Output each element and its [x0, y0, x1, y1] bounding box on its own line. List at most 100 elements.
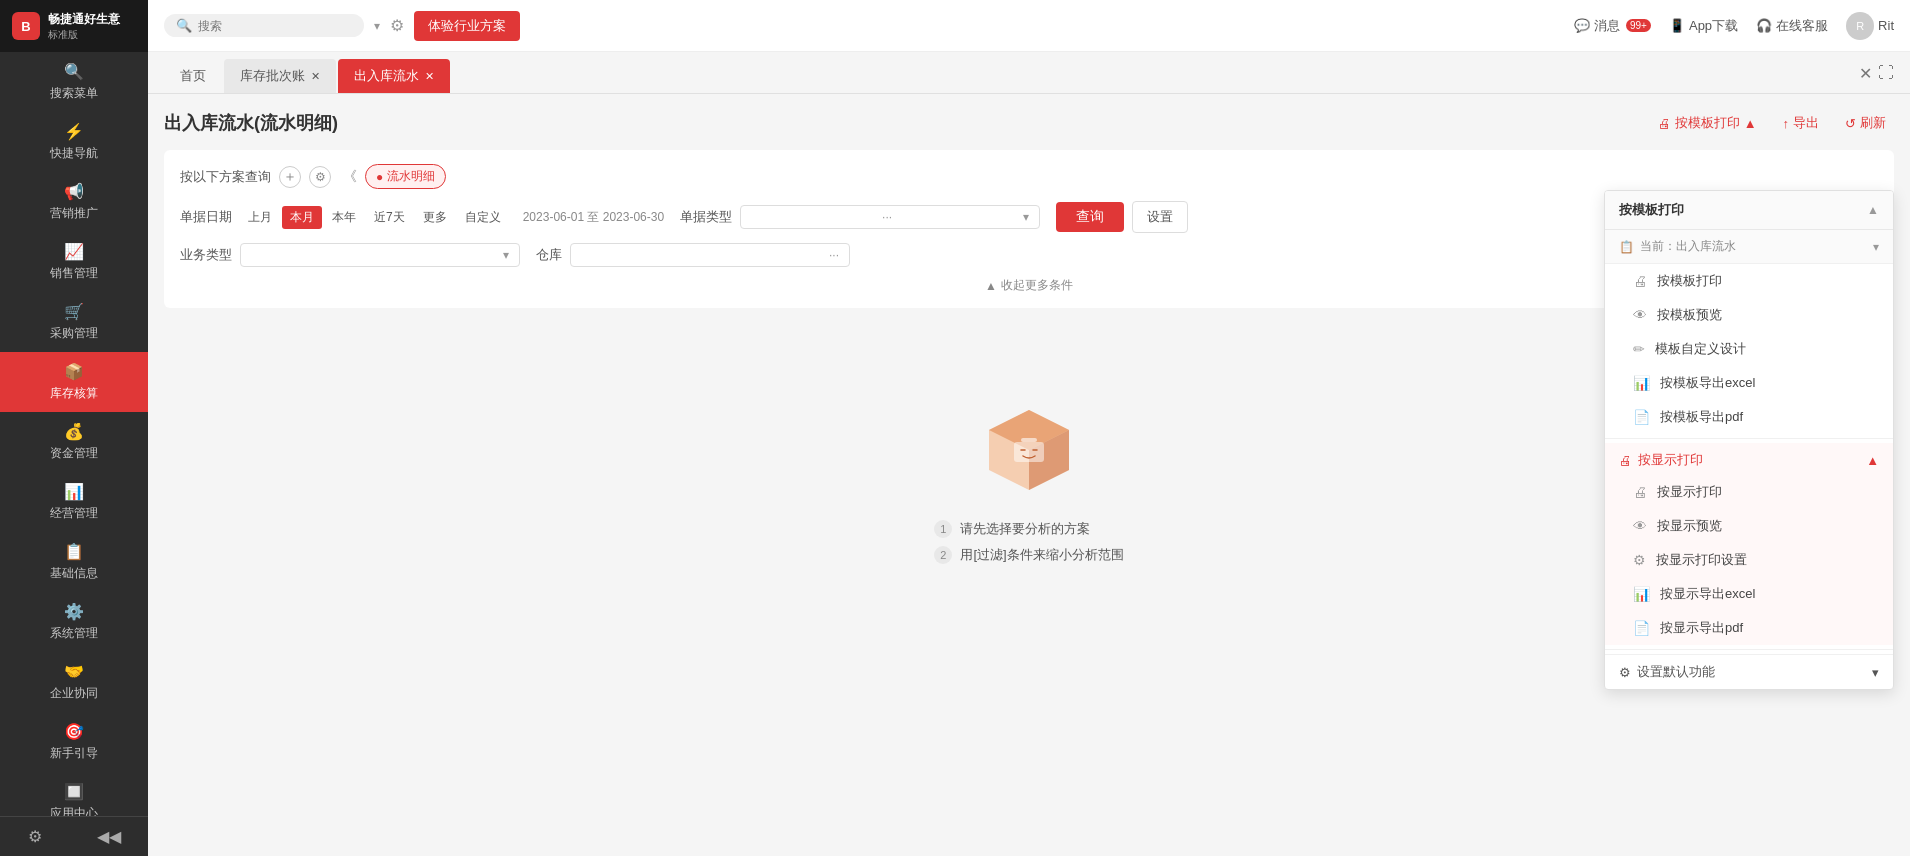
date-tab-custom[interactable]: 自定义: [457, 206, 509, 229]
dropdown-template-print-item[interactable]: 🖨 按模板打印: [1605, 264, 1893, 298]
sidebar-item-collab[interactable]: 🤝 企业协同: [0, 652, 148, 712]
dropdown-footer[interactable]: ⚙ 设置默认功能 ▾: [1605, 654, 1893, 689]
maximize-tab-btn[interactable]: ⛶: [1878, 63, 1894, 82]
tab-in-out-flow-close[interactable]: ✕: [425, 70, 434, 83]
filter-tag-icon: ●: [376, 170, 383, 184]
topbar-search-box[interactable]: 🔍: [164, 14, 364, 37]
dropdown-display-preview-item[interactable]: 👁 按显示预览: [1605, 509, 1893, 543]
close-tab-btn[interactable]: ✕: [1859, 63, 1872, 82]
dropdown-display-pdf-item[interactable]: 📄 按显示导出pdf: [1605, 611, 1893, 645]
sidebar-item-quick-nav[interactable]: ⚡ 快捷导航: [0, 112, 148, 172]
current-chevron[interactable]: ▾: [1873, 240, 1879, 254]
warehouse-more-btn[interactable]: ···: [829, 248, 839, 262]
sidebar-bottom: ⚙ ◀◀: [0, 816, 148, 856]
step-num-2: 2: [934, 546, 952, 564]
footer-chevron[interactable]: ▾: [1872, 665, 1879, 680]
export-btn[interactable]: ↑ 导出: [1775, 110, 1828, 136]
nav-icon-collab: 🤝: [64, 662, 84, 681]
template-print-icon: 🖨: [1633, 273, 1647, 289]
sidebar-item-inventory[interactable]: 📦 库存核算: [0, 352, 148, 412]
current-icon: 📋: [1619, 240, 1634, 254]
filter-add-btn[interactable]: ＋: [279, 166, 301, 188]
sidebar-item-finance[interactable]: 💰 资金管理: [0, 412, 148, 472]
empty-step-1: 1 请先选择要分析的方案: [934, 520, 1090, 538]
date-tab-current-year[interactable]: 本年: [324, 206, 364, 229]
date-tab-current-month[interactable]: 本月: [282, 206, 322, 229]
message-badge: 99+: [1626, 19, 1651, 32]
biz-type-chevron[interactable]: ▾: [503, 248, 509, 262]
tab-batch-account[interactable]: 库存批次账 ✕: [224, 59, 336, 93]
tabbar: 首页 库存批次账 ✕ 出入库流水 ✕ ✕ ⛶: [148, 52, 1910, 94]
filter-active-tag[interactable]: ● 流水明细: [365, 164, 446, 189]
query-button[interactable]: 查询: [1056, 202, 1124, 232]
date-filter-label: 单据日期: [180, 208, 232, 226]
sidebar-item-appcenter[interactable]: 🔲 应用中心: [0, 772, 148, 816]
filter-collapse-icon[interactable]: 《: [343, 168, 357, 186]
doc-type-select[interactable]: ··· ▾: [740, 205, 1040, 229]
doc-type-chevron[interactable]: ▾: [1023, 210, 1029, 224]
refresh-btn[interactable]: ↺ 刷新: [1837, 110, 1894, 136]
nav-label-finance: 资金管理: [50, 445, 98, 462]
nav-label-quick-nav: 快捷导航: [50, 145, 98, 162]
dropdown-header-chevron[interactable]: ▲: [1867, 203, 1879, 217]
topbar: 🔍 ▾ ⚙ 体验行业方案 💬 消息 99+ 📱 App下载 🎧 在线客服 R: [148, 0, 1910, 52]
search-input[interactable]: [198, 19, 338, 33]
biz-type-filter-field: 业务类型 ▾: [180, 243, 520, 267]
sidebar-item-system[interactable]: ⚙️ 系统管理: [0, 592, 148, 652]
logo-badge: 标准版: [48, 28, 120, 42]
dropdown-header: 按模板打印 ▲: [1605, 191, 1893, 230]
warehouse-select[interactable]: ···: [570, 243, 850, 267]
tab-in-out-flow[interactable]: 出入库流水 ✕: [338, 59, 450, 93]
dropdown-template-preview-item[interactable]: 👁 按模板预览: [1605, 298, 1893, 332]
sidebar-item-marketing[interactable]: 📢 营销推广: [0, 172, 148, 232]
dropdown-current-row: 📋 当前：出入库流水 ▾: [1605, 230, 1893, 264]
collapse-conditions-btn[interactable]: ▲ 收起更多条件: [985, 277, 1073, 294]
export-icon: ↑: [1783, 116, 1790, 131]
topbar-gear-icon[interactable]: ⚙: [390, 16, 404, 35]
display-print-collapse-icon[interactable]: ▲: [1866, 453, 1879, 468]
settings-icon[interactable]: ⚙: [28, 827, 42, 846]
svg-rect-3: [1014, 442, 1044, 462]
tab-home[interactable]: 首页: [164, 59, 222, 93]
dropdown-display-excel-item[interactable]: 📊 按显示导出excel: [1605, 577, 1893, 611]
print-template-btn[interactable]: 🖨 按模板打印 ▲: [1650, 110, 1765, 136]
filter-settings-icon[interactable]: ⚙: [309, 166, 331, 188]
message-btn[interactable]: 💬 消息 99+: [1574, 17, 1651, 35]
collapse-sidebar-icon[interactable]: ◀◀: [97, 827, 121, 846]
doc-type-more-btn[interactable]: ···: [882, 210, 892, 224]
dropdown-template-pdf-item[interactable]: 📄 按模板导出pdf: [1605, 400, 1893, 434]
biz-type-select[interactable]: ▾: [240, 243, 520, 267]
nav-icon-basics: 📋: [64, 542, 84, 561]
doc-type-label: 单据类型: [680, 208, 732, 226]
biz-type-label: 业务类型: [180, 246, 232, 264]
sidebar-item-sales[interactable]: 📈 销售管理: [0, 232, 148, 292]
dropdown-template-customize-item[interactable]: ✏ 模板自定义设计: [1605, 332, 1893, 366]
sidebar-item-purchase[interactable]: 🛒 采购管理: [0, 292, 148, 352]
date-tab-more[interactable]: 更多: [415, 206, 455, 229]
dropdown-template-excel-item[interactable]: 📊 按模板导出excel: [1605, 366, 1893, 400]
dropdown-display-print-item[interactable]: 🖨 按显示打印: [1605, 475, 1893, 509]
sidebar-item-search[interactable]: 🔍 搜索菜单: [0, 52, 148, 112]
date-tab-prev-month[interactable]: 上月: [240, 206, 280, 229]
avatar: R: [1846, 12, 1874, 40]
sidebar-nav: 🔍 搜索菜单 ⚡ 快捷导航 📢 营销推广 📈 销售管理 🛒 采购管理 📦 库存核…: [0, 52, 148, 816]
sidebar-item-basics[interactable]: 📋 基础信息: [0, 532, 148, 592]
trial-button[interactable]: 体验行业方案: [414, 11, 520, 41]
online-service-btn[interactable]: 🎧 在线客服: [1756, 17, 1828, 35]
sidebar-item-operations[interactable]: 📊 经营管理: [0, 472, 148, 532]
app-download-btn[interactable]: 📱 App下载: [1669, 17, 1738, 35]
template-excel-label: 按模板导出excel: [1660, 374, 1755, 392]
default-func-label: 设置默认功能: [1637, 663, 1715, 681]
display-print-title-area: 🖨 按显示打印: [1619, 451, 1703, 469]
in-out-flow-tab-label: 出入库流水: [354, 67, 419, 85]
sidebar-item-guide[interactable]: 🎯 新手引导: [0, 712, 148, 772]
logo-icon: B: [12, 12, 40, 40]
user-avatar-area[interactable]: R Rit: [1846, 12, 1894, 40]
topbar-right: 💬 消息 99+ 📱 App下载 🎧 在线客服 R Rit: [1574, 12, 1894, 40]
settings-button[interactable]: 设置: [1132, 201, 1188, 233]
date-tab-7days[interactable]: 近7天: [366, 206, 413, 229]
tab-batch-account-close[interactable]: ✕: [311, 70, 320, 83]
search-dropdown-icon[interactable]: ▾: [374, 19, 380, 33]
dropdown-display-print-settings-item[interactable]: ⚙ 按显示打印设置: [1605, 543, 1893, 577]
sidebar-logo: B 畅捷通好生意 标准版: [0, 0, 148, 52]
